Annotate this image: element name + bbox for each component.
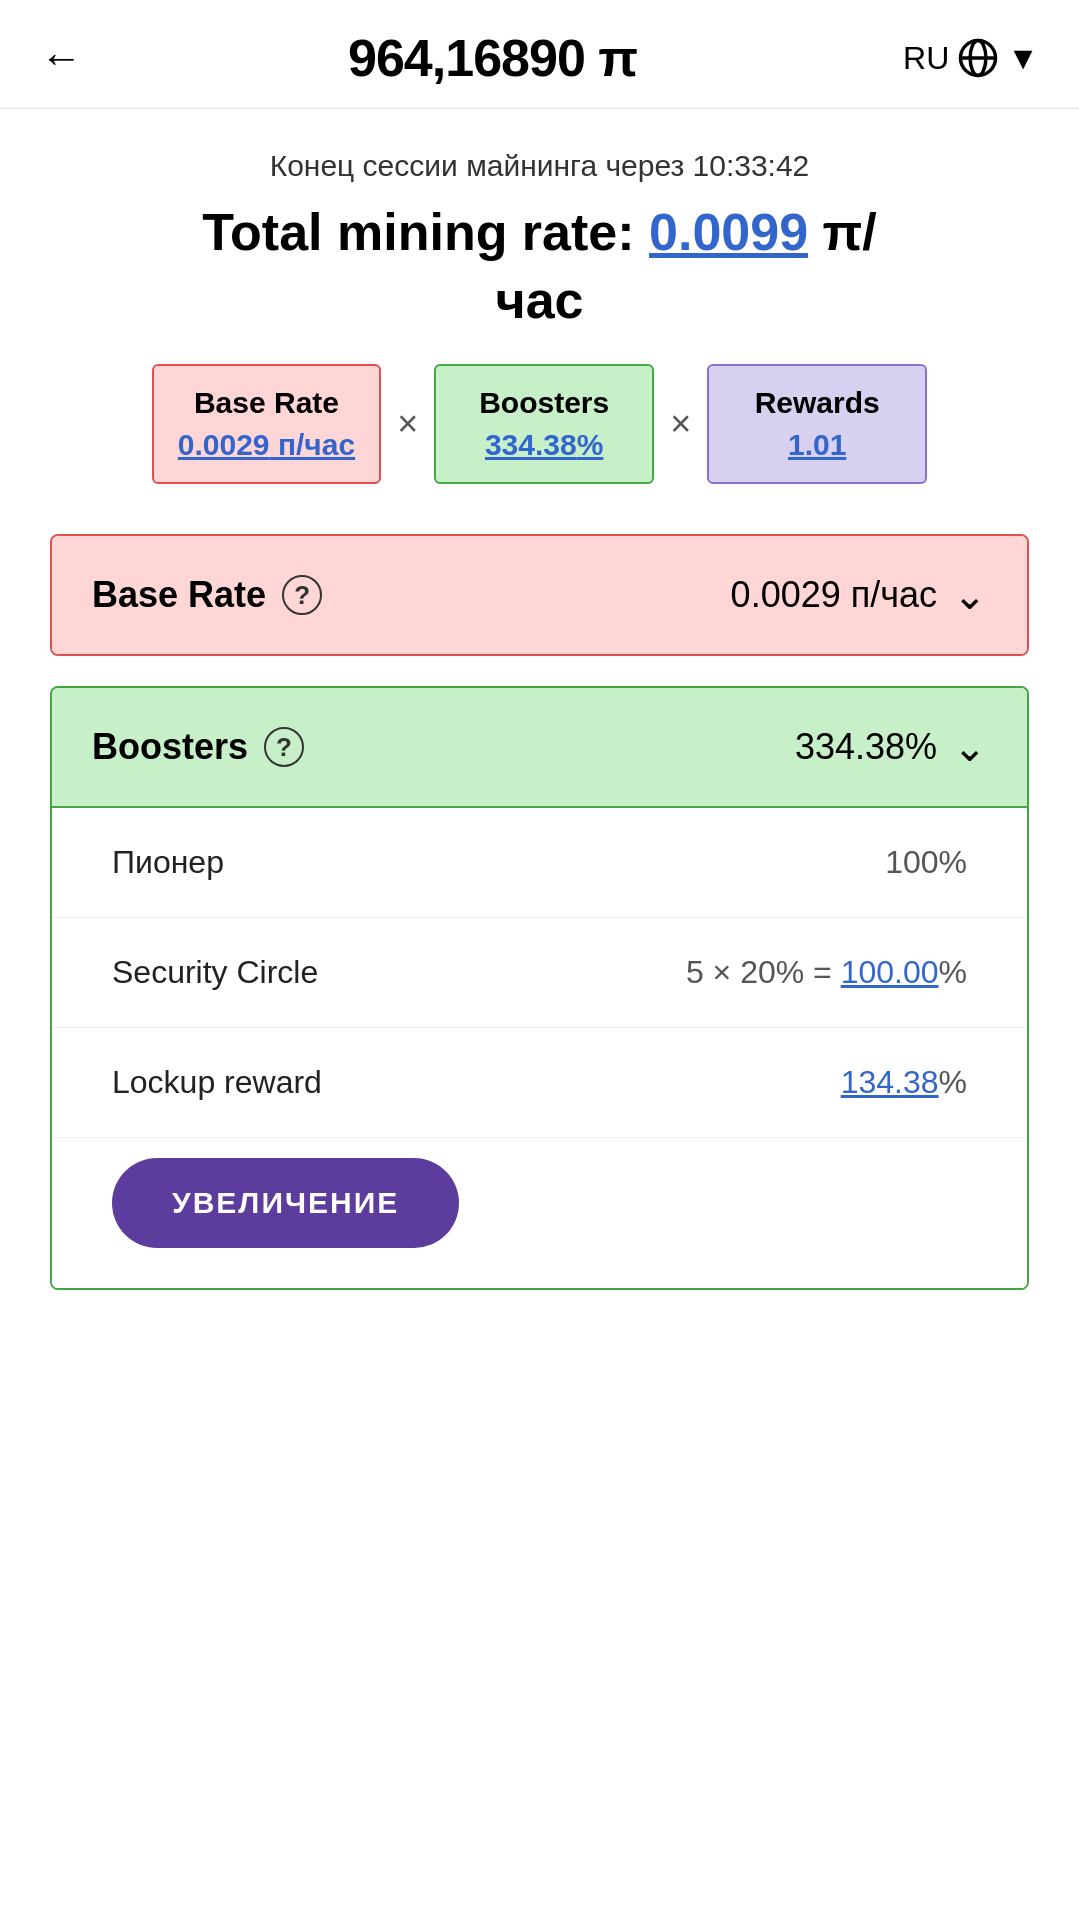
base-rate-section-value: 0.0029 п/час: [731, 574, 937, 616]
increase-button[interactable]: УВЕЛИЧЕНИЕ: [112, 1158, 459, 1248]
chevron-down-icon: ▼: [1007, 40, 1039, 77]
base-rate-section: Base Rate ? 0.0029 п/час ⌄: [50, 534, 1029, 656]
increase-button-wrap: УВЕЛИЧЕНИЕ: [52, 1138, 1027, 1288]
rewards-value: 1.01: [733, 428, 901, 462]
base-rate-box[interactable]: Base Rate 0.0029 п/час: [152, 364, 381, 484]
language-code: RU: [903, 40, 949, 77]
booster-row-pioneer: Пионер 100%: [52, 808, 1027, 918]
lockup-value: 134.38%: [841, 1064, 967, 1101]
pioneer-label: Пионер: [112, 844, 224, 881]
security-circle-link[interactable]: 100.00: [841, 954, 939, 990]
boosters-section-header[interactable]: Boosters ? 334.38% ⌄: [52, 688, 1027, 806]
balance-display: 964,16890 π: [348, 28, 637, 88]
base-rate-section-label: Base Rate: [92, 574, 266, 616]
rewards-box[interactable]: Rewards 1.01: [707, 364, 927, 484]
boosters-section: Boosters ? 334.38% ⌄ Пионер 100% Securit…: [50, 686, 1029, 1290]
boosters-section-value: 334.38%: [795, 726, 937, 768]
boosters-chevron-icon: ⌄: [953, 724, 987, 770]
boosters-box[interactable]: Boosters 334.38%: [434, 364, 654, 484]
rate-unit: час: [495, 271, 583, 329]
base-rate-chevron-icon: ⌄: [953, 572, 987, 618]
base-rate-section-header[interactable]: Base Rate ? 0.0029 п/час ⌄: [52, 536, 1027, 654]
pi-symbol: π: [598, 29, 637, 87]
booster-row-lockup: Lockup reward 134.38%: [52, 1028, 1027, 1138]
rate-pi: π/: [823, 203, 877, 261]
boosters-header-right: 334.38% ⌄: [795, 724, 987, 770]
mining-rate-title: Total mining rate: 0.0099 π/час: [50, 199, 1029, 334]
lockup-link[interactable]: 134.38: [841, 1064, 939, 1100]
session-info: Конец сессии майнинга через 10:33:42: [50, 149, 1029, 183]
boosters-value: 334.38%: [460, 428, 628, 462]
boosters-label: Boosters: [460, 386, 628, 420]
boosters-section-body: Пионер 100% Security Circle 5 × 20% = 10…: [52, 806, 1027, 1288]
lockup-label: Lockup reward: [112, 1064, 322, 1101]
base-rate-value: 0.0029 п/час: [178, 428, 355, 462]
boosters-help-icon[interactable]: ?: [264, 727, 304, 767]
main-content: Конец сессии майнинга через 10:33:42 Tot…: [0, 109, 1079, 1380]
multiply-sign-1: ×: [397, 403, 418, 445]
language-selector[interactable]: RU ▼: [903, 37, 1039, 79]
base-rate-help-icon[interactable]: ?: [282, 575, 322, 615]
rate-boxes-row: Base Rate 0.0029 п/час × Boosters 334.38…: [50, 364, 1029, 484]
base-rate-header-right: 0.0029 п/час ⌄: [731, 572, 987, 618]
balance-value: 964,16890: [348, 29, 585, 87]
rate-prefix: Total mining rate:: [202, 203, 649, 261]
rewards-label: Rewards: [733, 386, 901, 420]
multiply-sign-2: ×: [670, 403, 691, 445]
booster-row-security-circle: Security Circle 5 × 20% = 100.00%: [52, 918, 1027, 1028]
app-header: ← 964,16890 π RU ▼: [0, 0, 1079, 109]
globe-icon: [957, 37, 999, 79]
back-button[interactable]: ←: [40, 37, 82, 79]
base-rate-header-left: Base Rate ?: [92, 574, 322, 616]
boosters-section-label: Boosters: [92, 726, 248, 768]
security-circle-value: 5 × 20% = 100.00%: [686, 954, 967, 991]
boosters-header-left: Boosters ?: [92, 726, 304, 768]
session-timer: Конец сессии майнинга через 10:33:42: [50, 149, 1029, 183]
rate-value-link[interactable]: 0.0099: [649, 203, 808, 261]
security-circle-label: Security Circle: [112, 954, 318, 991]
base-rate-label: Base Rate: [178, 386, 355, 420]
pioneer-value: 100%: [885, 844, 967, 881]
